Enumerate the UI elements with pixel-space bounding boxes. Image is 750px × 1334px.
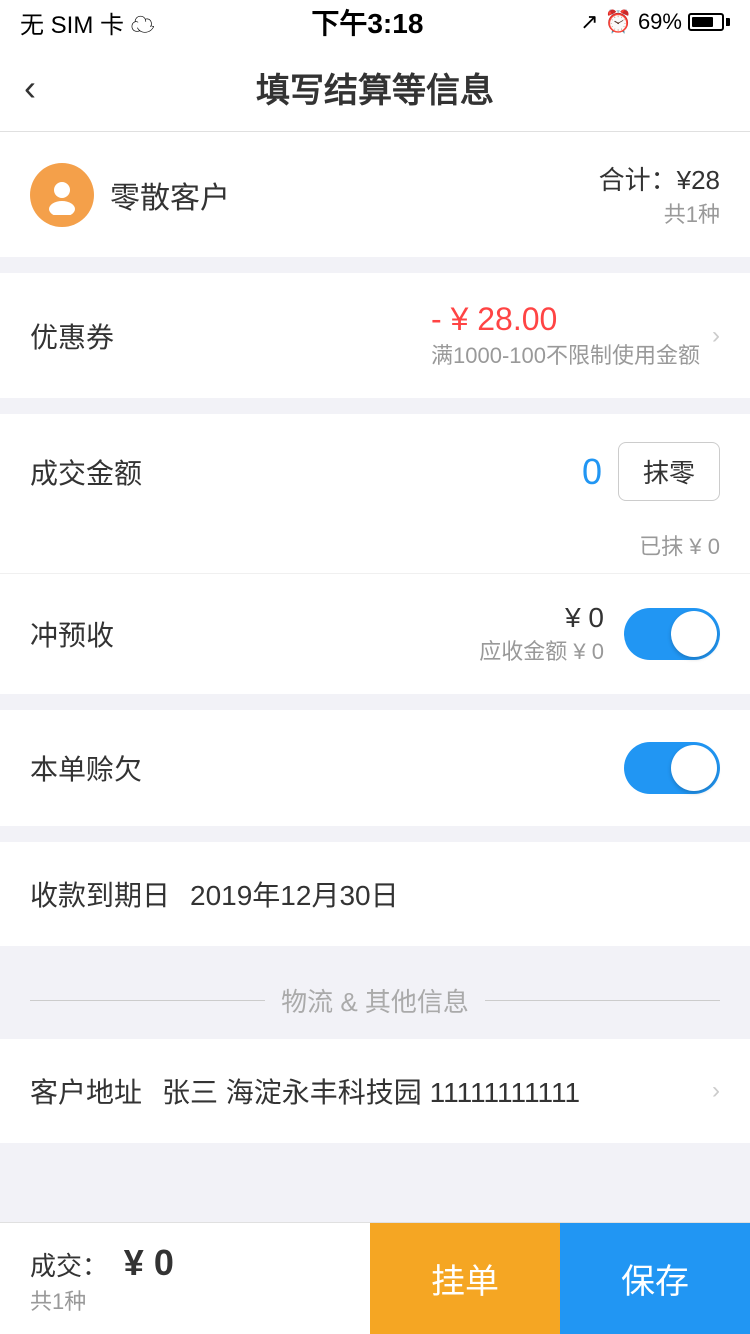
bottom-count: 共1种 <box>30 1284 340 1316</box>
debt-label: 本单赊欠 <box>30 748 142 788</box>
user-icon <box>42 175 82 215</box>
amount-sub: 已抹 ¥ 0 <box>639 534 720 559</box>
round-button[interactable]: 抹零 <box>618 442 720 501</box>
coupon-sub: 满1000-100不限制使用金额 <box>431 338 700 370</box>
debt-toggle[interactable] <box>624 742 720 794</box>
amount-value[interactable]: 0 <box>582 451 602 493</box>
customer-name: 零散客户 <box>110 173 230 217</box>
status-left: 无 SIM 卡 ☁ <box>20 5 155 40</box>
coupon-value: - ¥ 28.00 <box>431 301 700 338</box>
coupon-label: 优惠券 <box>30 316 114 356</box>
status-bar: 无 SIM 卡 ☁ 下午3:18 ↗ ⏰ 69% <box>0 0 750 44</box>
alarm-icon: ⏰ <box>605 9 632 35</box>
customer-left: 零散客户 <box>30 163 230 227</box>
duedate-label: 收款到期日 <box>30 874 170 914</box>
chevron-right-icon: › <box>712 322 720 350</box>
duedate-section: 收款到期日 2019年12月30日 <box>0 842 750 946</box>
bottom-deal-label: 成交： <box>30 1251 108 1281</box>
address-label: 客户地址 <box>30 1071 142 1111</box>
status-right: ↗ ⏰ 69% <box>580 9 730 35</box>
battery-icon <box>688 13 730 31</box>
address-section[interactable]: 客户地址 张三 海淀永丰科技园 11111111111 › <box>0 1039 750 1143</box>
amount-input-area: 0 抹零 <box>582 442 720 501</box>
amount-label: 成交金额 <box>30 452 142 492</box>
prepay-values: ¥ 0 应收金额 ¥ 0 <box>479 602 604 666</box>
bottom-deal-row: 成交： ¥ 0 <box>30 1242 340 1284</box>
hang-button[interactable]: 挂单 <box>370 1223 560 1334</box>
bottom-bar: 成交： ¥ 0 共1种 挂单 保存 <box>0 1222 750 1334</box>
nav-bar: ‹ 填写结算等信息 <box>0 44 750 132</box>
total-label: 合计：¥28 <box>599 160 720 197</box>
customer-summary: 合计：¥28 共1种 <box>599 160 720 229</box>
coupon-row[interactable]: 优惠券 - ¥ 28.00 满1000-100不限制使用金额 › <box>0 273 750 398</box>
logistics-label: 物流 & 其他信息 <box>265 982 485 1019</box>
battery-label: 69% <box>638 9 682 35</box>
prepay-label: 冲预收 <box>30 614 114 654</box>
coupon-right: - ¥ 28.00 满1000-100不限制使用金额 › <box>431 301 720 370</box>
logistics-line-left <box>30 1000 265 1001</box>
prepay-row: 冲预收 ¥ 0 应收金额 ¥ 0 <box>0 573 750 694</box>
duedate-value[interactable]: 2019年12月30日 <box>190 874 399 914</box>
address-value: 张三 海淀永丰科技园 11111111111 <box>162 1071 712 1111</box>
amount-row: 成交金额 0 抹零 <box>0 414 750 529</box>
page-title: 填写结算等信息 <box>256 63 494 112</box>
coupon-section[interactable]: 优惠券 - ¥ 28.00 满1000-100不限制使用金额 › <box>0 273 750 398</box>
prepay-sub: 应收金额 ¥ 0 <box>479 634 604 666</box>
location-icon: ↗ <box>580 9 598 35</box>
prepay-toggle[interactable] <box>624 608 720 660</box>
customer-section: 零散客户 合计：¥28 共1种 <box>0 132 750 257</box>
total-count: 共1种 <box>599 197 720 229</box>
logistics-section: 物流 & 其他信息 <box>0 962 750 1039</box>
prepay-right: ¥ 0 应收金额 ¥ 0 <box>479 602 720 666</box>
sim-label: 无 SIM 卡 ☁ <box>20 5 155 40</box>
amount-section: 成交金额 0 抹零 已抹 ¥ 0 冲预收 ¥ 0 应收金额 ¥ 0 <box>0 414 750 694</box>
bottom-deal-amount: ¥ 0 <box>124 1242 174 1283</box>
logistics-line-right <box>485 1000 720 1001</box>
debt-toggle-knob <box>671 745 717 791</box>
status-time: 下午3:18 <box>311 2 423 42</box>
bottom-info: 成交： ¥ 0 共1种 <box>0 1242 370 1316</box>
debt-section: 本单赊欠 <box>0 710 750 826</box>
toggle-knob <box>671 611 717 657</box>
back-button[interactable]: ‹ <box>24 67 36 109</box>
avatar <box>30 163 94 227</box>
address-chevron-icon: › <box>712 1077 720 1105</box>
customer-row: 零散客户 合计：¥28 共1种 <box>0 132 750 257</box>
prepay-main: ¥ 0 <box>479 602 604 634</box>
save-button[interactable]: 保存 <box>560 1223 750 1334</box>
